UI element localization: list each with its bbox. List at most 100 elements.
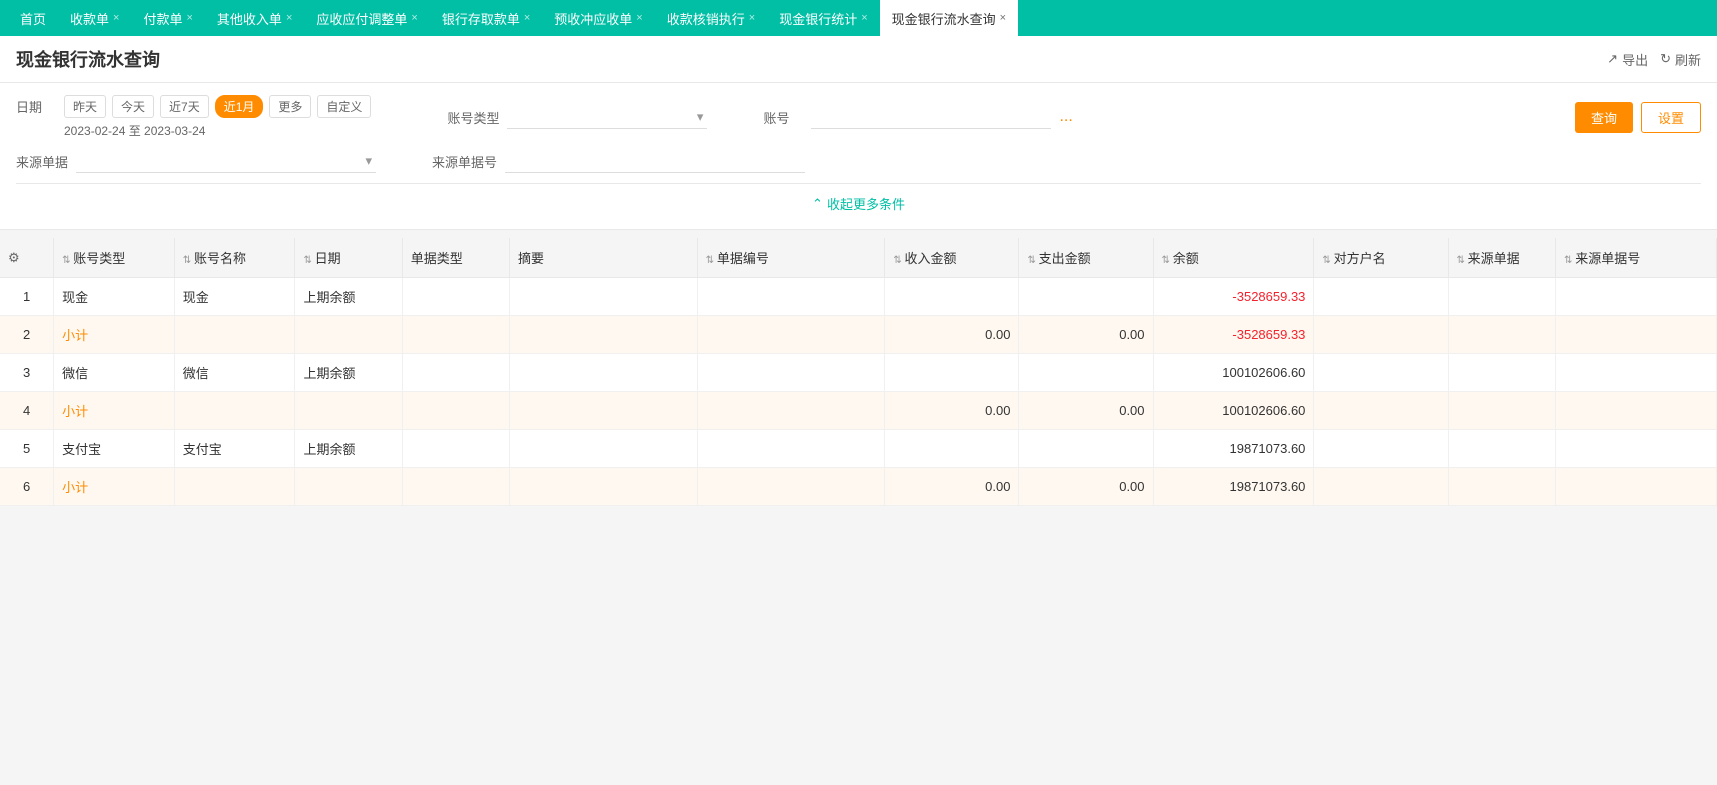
cell-num: 2	[0, 316, 54, 354]
cell-account-name	[174, 316, 295, 354]
th-source[interactable]: ⇅ 来源单据	[1448, 238, 1556, 278]
nav-close-fukuan[interactable]: ×	[186, 12, 192, 24]
table-row: 2小计0.000.00-3528659.33	[0, 316, 1717, 354]
nav-tab-yingshouyingfu[interactable]: 应收应付调整单 ×	[304, 0, 429, 36]
cell-voucher-no	[697, 468, 885, 506]
nav-tab-yinhangcunqu[interactable]: 银行存取款单 ×	[430, 0, 542, 36]
date-filter-group: 日期 昨天 今天 近7天 近1月 更多 自定义 2023-02-24 至 202…	[16, 95, 371, 139]
table-settings-icon[interactable]: ⚙	[8, 250, 20, 265]
sort-icon-account-type: ⇅	[62, 255, 73, 266]
source-doc-select-wrapper: ▾	[76, 149, 376, 173]
cell-counterpart	[1314, 278, 1448, 316]
date-btn-7days[interactable]: 近7天	[160, 95, 209, 118]
settings-button[interactable]: 设置	[1641, 102, 1701, 133]
date-btn-1month[interactable]: 近1月	[215, 95, 264, 118]
source-doc-input[interactable]	[76, 149, 376, 173]
nav-tab-fukuan[interactable]: 付款单 ×	[131, 0, 204, 36]
refresh-button[interactable]: ↻ 刷新	[1660, 50, 1701, 69]
date-btn-custom[interactable]: 自定义	[317, 95, 371, 118]
cell-num: 6	[0, 468, 54, 506]
date-btn-today[interactable]: 今天	[112, 95, 154, 118]
th-summary[interactable]: 摘要	[509, 238, 697, 278]
th-income[interactable]: ⇅ 收入金额	[885, 238, 1019, 278]
cell-date	[295, 468, 402, 506]
th-voucher-no[interactable]: ⇅ 单据编号	[697, 238, 885, 278]
cell-summary	[509, 430, 697, 468]
nav-tab-yushouchong[interactable]: 预收冲应收单 ×	[542, 0, 654, 36]
filter-area: 日期 昨天 今天 近7天 近1月 更多 自定义 2023-02-24 至 202…	[0, 83, 1717, 230]
date-options: 昨天 今天 近7天 近1月 更多 自定义	[64, 95, 371, 118]
cell-income	[885, 278, 1019, 316]
export-button[interactable]: ↗ 导出	[1607, 50, 1648, 69]
cell-source	[1448, 316, 1556, 354]
source-doc-no-label: 来源单据号	[432, 152, 497, 171]
collapse-up-icon: ⌃	[812, 196, 823, 212]
account-label: 账号	[763, 108, 803, 127]
export-icon: ↗	[1607, 51, 1618, 67]
cell-voucher-type	[402, 430, 509, 468]
cell-source-no	[1556, 468, 1717, 506]
cell-summary	[509, 278, 697, 316]
account-filter: 账号 ...	[763, 105, 1072, 129]
account-type-input[interactable]	[507, 105, 707, 129]
account-input[interactable]	[811, 105, 1051, 129]
sort-icon-counterpart: ⇅	[1322, 255, 1333, 266]
cell-source	[1448, 430, 1556, 468]
cell-account-name: 微信	[174, 354, 295, 392]
cell-counterpart	[1314, 392, 1448, 430]
th-expense[interactable]: ⇅ 支出金额	[1019, 238, 1153, 278]
cell-voucher-no	[697, 278, 885, 316]
table-body: 1现金现金上期余额-3528659.332小计0.000.00-3528659.…	[0, 278, 1717, 506]
sort-icon-expense: ⇅	[1027, 255, 1038, 266]
nav-tab-shoukuan[interactable]: 收款单 ×	[58, 0, 131, 36]
source-doc-no-filter: 来源单据号	[432, 149, 805, 173]
cell-num: 3	[0, 354, 54, 392]
cell-expense: 0.00	[1019, 468, 1153, 506]
cell-account-type: 小计	[54, 468, 175, 506]
sort-icon-balance: ⇅	[1162, 255, 1173, 266]
nav-close-liushui[interactable]: ×	[1000, 12, 1006, 24]
th-date[interactable]: ⇅ 日期	[295, 238, 402, 278]
nav-close-yingshouyingfu[interactable]: ×	[411, 12, 417, 24]
th-source-no[interactable]: ⇅ 来源单据号	[1556, 238, 1717, 278]
th-balance[interactable]: ⇅ 余额	[1153, 238, 1314, 278]
filter-row-1: 日期 昨天 今天 近7天 近1月 更多 自定义 2023-02-24 至 202…	[16, 95, 1701, 139]
nav-tab-shoukuanhexiao[interactable]: 收款核销执行 ×	[655, 0, 767, 36]
nav-close-shoukuan[interactable]: ×	[113, 12, 119, 24]
query-button[interactable]: 查询	[1575, 102, 1633, 133]
cell-expense: 0.00	[1019, 316, 1153, 354]
collapse-button[interactable]: ⌃ 收起更多条件	[16, 190, 1701, 217]
nav-close-yushouchong[interactable]: ×	[636, 12, 642, 24]
date-btn-yesterday[interactable]: 昨天	[64, 95, 106, 118]
th-settings[interactable]: ⚙	[0, 238, 54, 278]
nav-tab-qitashouru[interactable]: 其他收入单 ×	[205, 0, 304, 36]
sort-icon-income: ⇅	[893, 255, 904, 266]
nav-close-qitashouru[interactable]: ×	[286, 12, 292, 24]
collapse-bar: ⌃ 收起更多条件	[16, 183, 1701, 217]
cell-voucher-no	[697, 354, 885, 392]
th-account-type[interactable]: ⇅ 账号类型	[54, 238, 175, 278]
date-btn-more[interactable]: 更多	[269, 95, 311, 118]
source-doc-no-input[interactable]	[505, 149, 805, 173]
cell-source	[1448, 468, 1556, 506]
cell-voucher-no	[697, 392, 885, 430]
th-account-name[interactable]: ⇅ 账号名称	[174, 238, 295, 278]
cell-date	[295, 316, 402, 354]
cell-account-name: 现金	[174, 278, 295, 316]
nav-home[interactable]: 首页	[8, 9, 58, 28]
cell-voucher-type	[402, 354, 509, 392]
nav-close-xianjinyinhang[interactable]: ×	[861, 12, 867, 24]
th-counterpart[interactable]: ⇅ 对方户名	[1314, 238, 1448, 278]
cell-account-type: 现金	[54, 278, 175, 316]
cell-source	[1448, 278, 1556, 316]
nav-close-yinhangcunqu[interactable]: ×	[524, 12, 530, 24]
nav-close-shoukuanhexiao[interactable]: ×	[749, 12, 755, 24]
cell-income	[885, 354, 1019, 392]
cell-summary	[509, 354, 697, 392]
account-dots-button[interactable]: ...	[1059, 108, 1072, 126]
page-title: 现金银行流水查询	[16, 46, 160, 72]
th-voucher-type[interactable]: 单据类型	[402, 238, 509, 278]
nav-tab-liushui[interactable]: 现金银行流水查询 ×	[880, 0, 1018, 36]
cell-account-name: 支付宝	[174, 430, 295, 468]
nav-tab-xianjinyinhang[interactable]: 现金银行统计 ×	[767, 0, 879, 36]
